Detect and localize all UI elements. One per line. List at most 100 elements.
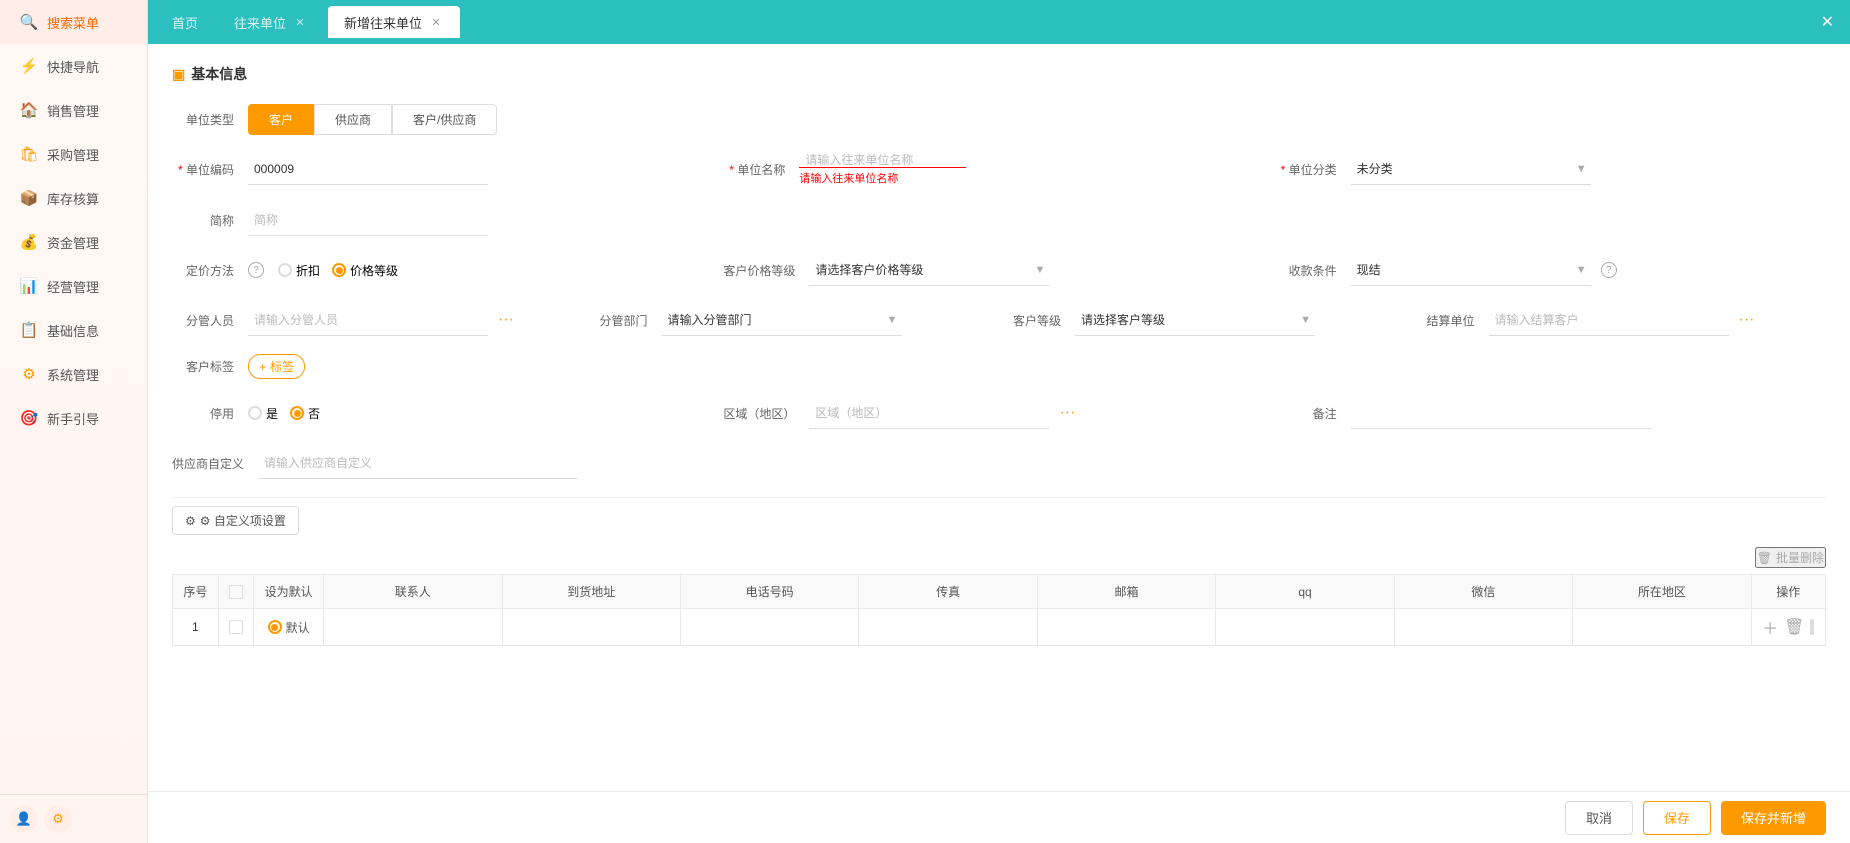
pricing-radio-discount[interactable]: 折扣 bbox=[278, 262, 320, 279]
unit-type-both[interactable]: 客户/供应商 bbox=[392, 104, 497, 135]
sidebar-item-purchase[interactable]: 🛍 采购管理 bbox=[0, 132, 147, 176]
qq-input[interactable] bbox=[1226, 620, 1383, 634]
sidebar-item-system[interactable]: ⚙ 系统管理 bbox=[0, 352, 147, 396]
tab-new-partner[interactable]: 新增往来单位 ✕ bbox=[328, 6, 460, 38]
unit-type-customer[interactable]: 客户 bbox=[248, 104, 314, 135]
settlement-unit-input[interactable] bbox=[1489, 304, 1729, 336]
address-input[interactable] bbox=[513, 620, 670, 634]
col-qq: qq bbox=[1216, 575, 1394, 609]
settlement-more-icon[interactable]: ··· bbox=[1739, 311, 1755, 329]
disabled-yes[interactable]: 是 bbox=[248, 405, 278, 422]
unit-name-input[interactable] bbox=[799, 153, 966, 168]
batch-delete-button[interactable]: 🗑 批量删除 bbox=[1755, 547, 1826, 568]
payment-terms-field: 收款条件 现结 ▼ ? bbox=[1275, 254, 1826, 286]
region-more-icon[interactable]: ··· bbox=[1059, 404, 1075, 422]
row-region[interactable] bbox=[1573, 609, 1751, 646]
sidebar-item-quicknav[interactable]: ⚡ 快捷导航 bbox=[0, 44, 147, 88]
box-icon: 📦 bbox=[19, 188, 39, 208]
pricing-radio-level[interactable]: 价格等级 bbox=[332, 262, 398, 279]
sidebar-item-basic[interactable]: 📋 基础信息 bbox=[0, 308, 147, 352]
price-level-select-input[interactable]: 请选择客户价格等级 bbox=[809, 254, 1049, 286]
tab-partners[interactable]: 往来单位 ✕ bbox=[218, 6, 324, 38]
sidebar-item-operations[interactable]: 📊 经营管理 bbox=[0, 264, 147, 308]
abbreviation-row: 简称 bbox=[172, 204, 1826, 236]
unit-category-select-input[interactable]: 未分类 bbox=[1351, 153, 1591, 185]
fax-input[interactable] bbox=[869, 620, 1026, 634]
manager-label: 分管人员 bbox=[172, 312, 242, 329]
remarks-input[interactable] bbox=[1351, 397, 1651, 429]
row-default-radio[interactable] bbox=[268, 620, 282, 634]
payment-help-icon[interactable]: ? bbox=[1601, 262, 1617, 278]
unit-category-select[interactable]: 未分类 ▼ bbox=[1351, 153, 1591, 185]
row-address[interactable] bbox=[502, 609, 680, 646]
row-checkbox[interactable] bbox=[229, 620, 243, 634]
table-body: 1 默认 bbox=[173, 609, 1826, 646]
gear-settings-icon: ⚙ bbox=[185, 514, 196, 528]
custom-settings-button[interactable]: ⚙ ⚙ 自定义项设置 bbox=[172, 506, 299, 535]
disabled-field: 停用 是 否 bbox=[172, 405, 723, 422]
cancel-button[interactable]: 取消 bbox=[1565, 801, 1633, 835]
tab-partners-close[interactable]: ✕ bbox=[292, 14, 308, 30]
info-icon: ▣ bbox=[172, 66, 185, 83]
section-basic-info: ▣ 基本信息 bbox=[172, 64, 1826, 84]
batch-delete-area: 🗑 批量删除 bbox=[172, 547, 1826, 568]
col-wechat: 微信 bbox=[1394, 575, 1572, 609]
sidebar-user-icon[interactable]: 👤 bbox=[10, 805, 38, 833]
manager-input[interactable] bbox=[248, 304, 488, 336]
department-select-input[interactable]: 请输入分管部门 bbox=[662, 304, 902, 336]
manager-more-icon[interactable]: ··· bbox=[498, 311, 514, 329]
settlement-unit-field: 结算单位 ··· bbox=[1413, 304, 1827, 336]
tab-home-label: 首页 bbox=[172, 13, 198, 32]
unit-type-supplier[interactable]: 供应商 bbox=[314, 104, 392, 135]
sidebar-settings-icon[interactable]: ⚙ bbox=[44, 805, 72, 833]
disabled-region-row: 停用 是 否 区域（地区） ··· 备注 bbox=[172, 397, 1826, 429]
row-phone[interactable] bbox=[680, 609, 858, 646]
save-button[interactable]: 保存 bbox=[1643, 801, 1711, 835]
bottom-action-bar: 取消 保存 保存并新增 bbox=[148, 791, 1850, 843]
select-all-checkbox[interactable] bbox=[229, 585, 243, 599]
department-select[interactable]: 请输入分管部门 ▼ bbox=[662, 304, 902, 336]
window-close-button[interactable]: ✕ bbox=[1813, 8, 1842, 36]
row-qq[interactable] bbox=[1216, 609, 1394, 646]
unit-code-input[interactable] bbox=[248, 153, 488, 185]
add-tag-button[interactable]: + 标签 bbox=[248, 354, 305, 379]
customer-tag-label: 客户标签 bbox=[172, 358, 242, 375]
wechat-input[interactable] bbox=[1405, 620, 1562, 634]
unit-type-buttons: 客户 供应商 客户/供应商 bbox=[248, 104, 497, 135]
customer-level-select[interactable]: 请选择客户等级 ▼ bbox=[1075, 304, 1315, 336]
row-fax[interactable] bbox=[859, 609, 1037, 646]
row-contact[interactable] bbox=[324, 609, 502, 646]
supplier-custom-input[interactable] bbox=[258, 447, 578, 479]
tab-new-partner-close[interactable]: ✕ bbox=[428, 14, 444, 30]
customer-tag-field: 客户标签 + 标签 bbox=[172, 354, 1826, 379]
email-input[interactable] bbox=[1048, 620, 1205, 634]
sidebar-item-search[interactable]: 🔍 搜索菜单 bbox=[0, 0, 147, 44]
payment-terms-select-input[interactable]: 现结 bbox=[1351, 254, 1591, 286]
form-content: ▣ 基本信息 单位类型 客户 供应商 客户/供应商 单位编码 单位名称 bbox=[148, 44, 1850, 791]
payment-terms-select[interactable]: 现结 ▼ bbox=[1351, 254, 1591, 286]
sidebar-item-guide[interactable]: 🎯 新手引导 bbox=[0, 396, 147, 440]
add-row-button[interactable]: ＋ bbox=[1762, 615, 1778, 639]
sidebar-item-finance[interactable]: 💰 资金管理 bbox=[0, 220, 147, 264]
pricing-help-icon[interactable]: ? bbox=[248, 262, 264, 278]
sidebar-item-inventory[interactable]: 📦 库存核算 bbox=[0, 176, 147, 220]
radio-discount-circle bbox=[278, 263, 292, 277]
abbreviation-input[interactable] bbox=[248, 204, 488, 236]
row-wechat[interactable] bbox=[1394, 609, 1572, 646]
col-default: 设为默认 bbox=[254, 575, 324, 609]
sidebar-item-sales[interactable]: 🏠 销售管理 bbox=[0, 88, 147, 132]
row-region-input[interactable] bbox=[1583, 620, 1740, 634]
customer-level-select-input[interactable]: 请选择客户等级 bbox=[1075, 304, 1315, 336]
row-email[interactable] bbox=[1037, 609, 1215, 646]
phone-input[interactable] bbox=[691, 620, 848, 634]
price-level-label: 客户价格等级 bbox=[723, 262, 803, 279]
price-level-select[interactable]: 请选择客户价格等级 ▼ bbox=[809, 254, 1049, 286]
drag-handle[interactable] bbox=[1810, 619, 1814, 635]
tab-home[interactable]: 首页 bbox=[156, 6, 214, 38]
contact-input[interactable] bbox=[334, 620, 491, 634]
region-input[interactable] bbox=[809, 397, 1049, 429]
disabled-no[interactable]: 否 bbox=[290, 405, 320, 422]
delete-row-button[interactable]: 🗑 bbox=[1784, 617, 1804, 637]
save-new-button[interactable]: 保存并新增 bbox=[1721, 801, 1826, 835]
col-no: 序号 bbox=[173, 575, 219, 609]
